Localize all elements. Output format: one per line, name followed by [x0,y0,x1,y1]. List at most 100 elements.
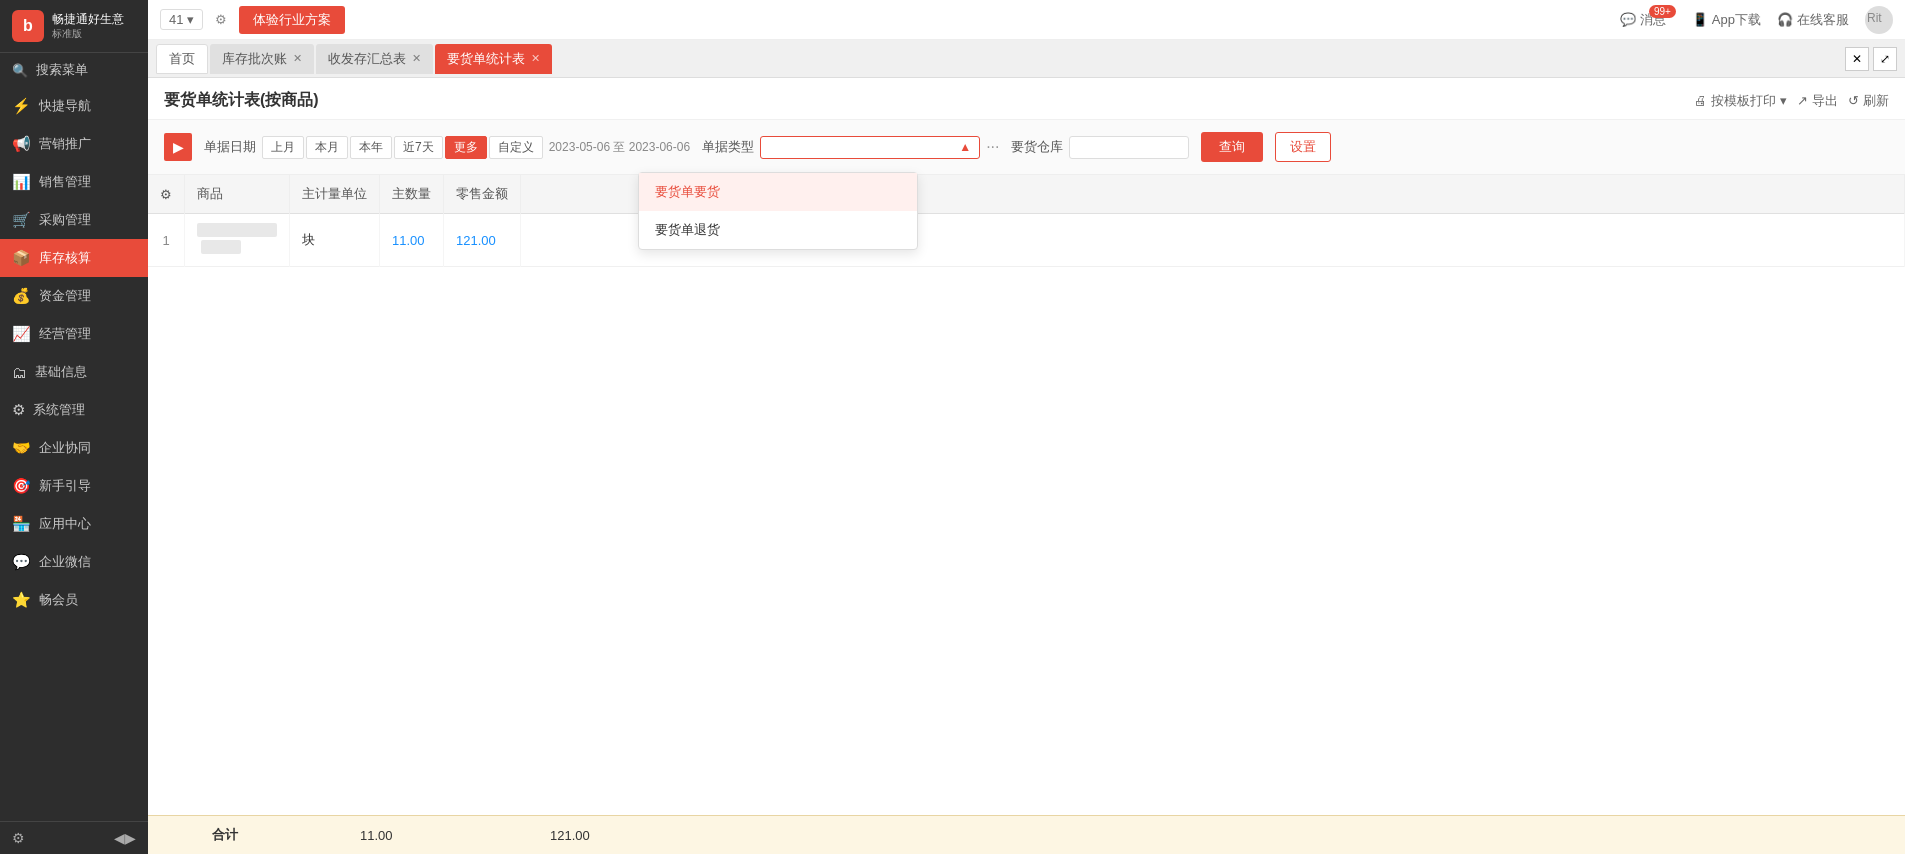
message-button[interactable]: 💬 消息 99+ [1620,11,1666,29]
sidebar-item-shortcut[interactable]: ⚡快捷导航 [0,87,148,125]
top-bar-left: 41 ▾ ⚙ 体验行业方案 [160,6,345,34]
row-unit: 块 [290,214,380,267]
last-month-button[interactable]: 上月 [262,136,304,159]
sidebar-item-vip[interactable]: ⭐畅会员 [0,581,148,619]
nav-icon-sales: 📊 [12,173,31,191]
nav-icon-enterprise: 🤝 [12,439,31,457]
refresh-button[interactable]: ↺ 刷新 [1848,92,1889,110]
filter-expand-button[interactable]: ▶ [164,133,192,161]
table-header-row: ⚙ 商品 主计量单位 主数量 零售金额 [148,175,1905,214]
type-select-box[interactable]: ▲ [760,136,980,159]
tab-label-recv-summary: 收发存汇总表 [328,50,406,68]
tabs-actions: ✕ ⤢ [1845,47,1897,71]
page-header: 要货单统计表(按商品) 🖨 按模板打印 ▾ ↗ 导出 ↺ 刷新 [148,78,1905,120]
store-selector[interactable]: 41 ▾ [160,9,203,30]
sidebar-item-wechat[interactable]: 💬企业微信 [0,543,148,581]
table-footer: 合计 11.00 121.00 [148,815,1905,854]
type-dropdown: 要货单要货要货单退货 [638,172,918,250]
sidebar-header: b 畅捷通好生意 标准版 [0,0,148,53]
row-goods [185,214,290,267]
print-icon: 🖨 [1694,93,1707,108]
tab-label-home: 首页 [169,50,195,68]
footer-quantity: 11.00 [360,828,550,843]
type-input[interactable] [769,140,959,155]
this-year-button[interactable]: 本年 [350,136,392,159]
settings-icon[interactable]: ⚙ [12,830,25,846]
maximize-button[interactable]: ⤢ [1873,47,1897,71]
unit-col-header: 主计量单位 [290,175,380,214]
sidebar-item-basic[interactable]: 🗂基础信息 [0,353,148,391]
nav-icon-shortcut: ⚡ [12,97,31,115]
sidebar-footer: ⚙ ◀▶ [0,821,148,854]
this-month-button[interactable]: 本月 [306,136,348,159]
service-icon: 🎧 [1777,12,1793,27]
settings-button[interactable]: 设置 [1275,132,1331,162]
date-range-text: 2023-05-06 至 2023-06-06 [549,139,690,156]
tab-close-recv-summary[interactable]: ✕ [412,52,421,65]
search-menu[interactable]: 🔍 搜索菜单 [0,53,148,87]
sidebar-item-system[interactable]: ⚙系统管理 [0,391,148,429]
dropdown-item-order-return[interactable]: 要货单退货 [639,211,917,249]
nav-icon-appstore: 🏪 [12,515,31,533]
sidebar-item-marketing[interactable]: 📢营销推广 [0,125,148,163]
settings-icon[interactable]: ⚙ [160,187,172,202]
amount-col-header: 零售金额 [444,175,521,214]
sidebar-item-operation[interactable]: 📈经营管理 [0,315,148,353]
sidebar-item-inventory[interactable]: 📦库存核算 [0,239,148,277]
tab-order-stats[interactable]: 要货单统计表✕ [435,44,552,74]
message-badge: 99+ [1649,5,1676,18]
query-button[interactable]: 查询 [1201,132,1263,162]
nav-icon-vip: ⭐ [12,591,31,609]
tab-home[interactable]: 首页 [156,44,208,74]
print-button[interactable]: 🖨 按模板打印 ▾ [1694,92,1787,110]
app-download-button[interactable]: 📱 App下载 [1692,11,1761,29]
app-logo: b [12,10,44,42]
online-service-button[interactable]: 🎧 在线客服 [1777,11,1849,29]
tab-close-order-stats[interactable]: ✕ [531,52,540,65]
avatar[interactable]: Rit [1865,6,1893,34]
sidebar-item-purchase[interactable]: 🛒采购管理 [0,201,148,239]
custom-date-button[interactable]: 自定义 [489,136,543,159]
last-7-days-button[interactable]: 近7天 [394,136,443,159]
warehouse-input[interactable] [1069,136,1189,159]
sidebar-item-enterprise[interactable]: 🤝企业协同 [0,429,148,467]
dropdown-item-order-goods[interactable]: 要货单要货 [639,173,917,211]
type-label: 单据类型 [702,138,754,156]
nav-icon-operation: 📈 [12,325,31,343]
tab-label-inventory-batch: 库存批次账 [222,50,287,68]
sidebar-item-guide[interactable]: 🎯新手引导 [0,467,148,505]
close-tabs-button[interactable]: ✕ [1845,47,1869,71]
row-num: 1 [148,214,185,267]
main-area: 41 ▾ ⚙ 体验行业方案 💬 消息 99+ 📱 App下载 🎧 在线客服 Ri… [148,0,1905,854]
nav-icon-marketing: 📢 [12,135,31,153]
footer-label: 合计 [160,826,360,844]
nav-icon-inventory: 📦 [12,249,31,267]
tabs-bar: 首页库存批次账✕收发存汇总表✕要货单统计表✕ ✕ ⤢ [148,40,1905,78]
date-filter-group: 单据日期 上月 本月 本年 近7天 更多 自定义 2023-05-06 至 20… [204,136,690,159]
quantity-col-header: 主数量 [380,175,444,214]
sidebar-item-sales[interactable]: 📊销售管理 [0,163,148,201]
sidebar: b 畅捷通好生意 标准版 🔍 搜索菜单 ⚡快捷导航📢营销推广📊销售管理🛒采购管理… [0,0,148,854]
tab-inventory-batch[interactable]: 库存批次账 ✕ [210,44,314,74]
date-buttons: 上月 本月 本年 近7天 更多 自定义 [262,136,543,159]
filter-more-icon[interactable]: ··· [986,138,999,156]
row-quantity: 11.00 [380,214,444,267]
chevron-up-icon[interactable]: ▲ [959,140,971,154]
industry-solution-button[interactable]: 体验行业方案 [239,6,345,34]
tab-close-inventory-batch[interactable]: ✕ [293,52,302,65]
search-icon: 🔍 [12,63,28,78]
filter-area: ▶ 单据日期 上月 本月 本年 近7天 更多 自定义 2023-05-06 至 … [148,120,1905,175]
sidebar-item-finance[interactable]: 💰资金管理 [0,277,148,315]
export-icon: ↗ [1797,93,1808,108]
collapse-icon[interactable]: ◀▶ [114,830,136,846]
nav-icon-system: ⚙ [12,401,25,419]
export-button[interactable]: ↗ 导出 [1797,92,1838,110]
more-dates-button[interactable]: 更多 [445,136,487,159]
sidebar-item-appstore[interactable]: 🏪应用中心 [0,505,148,543]
settings-col-header[interactable]: ⚙ [148,175,185,214]
app-title: 畅捷通好生意 标准版 [52,12,124,41]
settings-icon[interactable]: ⚙ [215,12,227,27]
tab-recv-summary[interactable]: 收发存汇总表 ✕ [316,44,433,74]
page-header-actions: 🖨 按模板打印 ▾ ↗ 导出 ↺ 刷新 [1694,92,1889,110]
row-amount: 121.00 [444,214,521,267]
